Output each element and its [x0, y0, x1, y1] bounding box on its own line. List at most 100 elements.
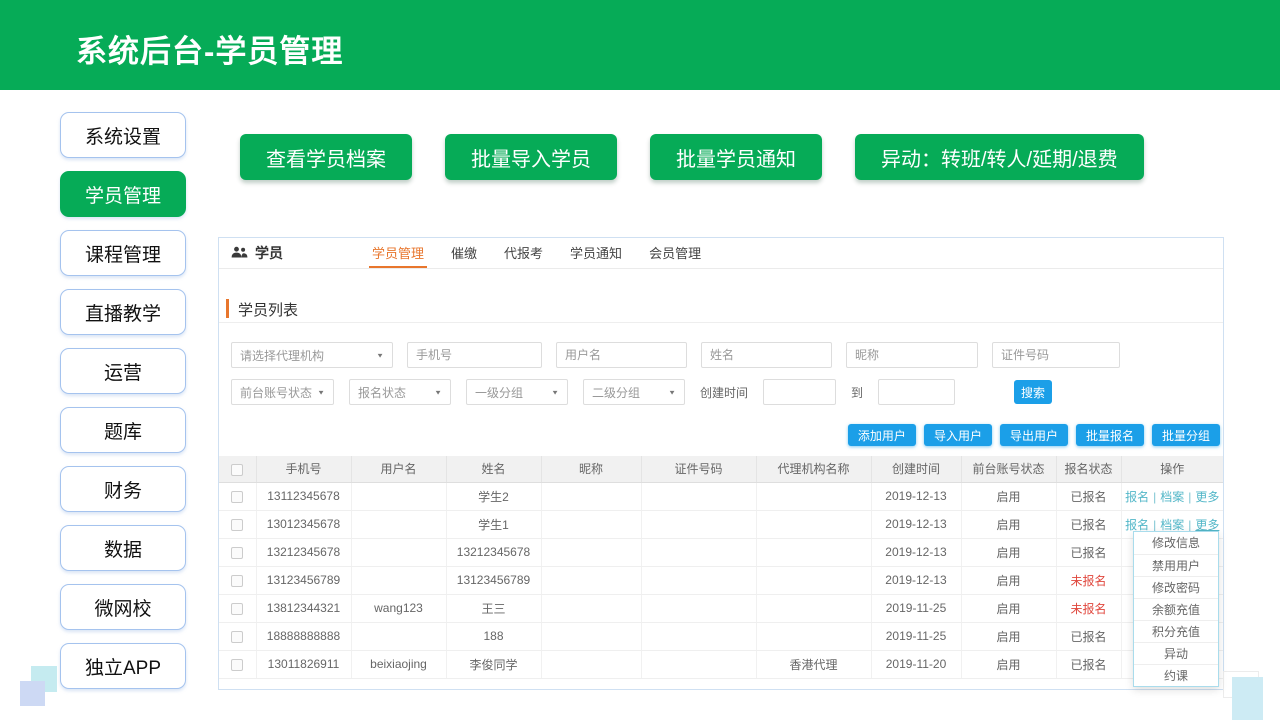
cell-created: 2019-11-25 [871, 622, 961, 650]
name-filter-input[interactable] [701, 342, 832, 368]
sidebar-item-question-bank[interactable]: 题库 [60, 407, 186, 453]
cell-name: 13123456789 [446, 566, 541, 594]
group-level2-select[interactable]: 二级分组▼ [583, 379, 685, 405]
tab-student-management[interactable]: 学员管理 [369, 238, 427, 268]
decor-square-blue-bottom-left [20, 681, 45, 706]
tab-proxy-exam-registration[interactable]: 代报考 [501, 238, 546, 268]
cell-created: 2019-11-20 [871, 650, 961, 678]
table-row: 13812344321wang123王三2019-11-25启用未报名 [219, 594, 1223, 622]
table-header: 姓名 [446, 456, 541, 482]
op-enroll-link[interactable]: 报名 [1125, 518, 1149, 532]
row-select-cell [219, 482, 256, 510]
idnumber-filter-input[interactable] [992, 342, 1120, 368]
row-select-cell [219, 566, 256, 594]
cell-phone: 13012345678 [256, 510, 351, 538]
op-file-link[interactable]: 档案 [1160, 518, 1184, 532]
row-checkbox[interactable] [231, 547, 243, 559]
row-checkbox[interactable] [231, 603, 243, 615]
students-group-icon [231, 246, 248, 260]
search-button[interactable]: 搜索 [1014, 380, 1052, 404]
cell-account-status: 启用 [961, 510, 1056, 538]
table-row: 13112345678学生22019-12-13启用已报名报名|档案|更多 [219, 482, 1223, 510]
context-menu-item[interactable]: 修改密码 [1134, 576, 1218, 598]
row-checkbox[interactable] [231, 491, 243, 503]
sidebar-item-student-management[interactable]: 学员管理 [60, 171, 186, 217]
op-enroll-link[interactable]: 报名 [1125, 490, 1149, 504]
op-more-link[interactable]: 更多 [1195, 490, 1219, 504]
quick-actions-row: 查看学员档案批量导入学员批量学员通知异动：转班/转人/延期/退费 [240, 134, 1144, 180]
sidebar-item-finance[interactable]: 财务 [60, 466, 186, 512]
row-select-cell [219, 594, 256, 622]
cell-agency [756, 566, 871, 594]
batch-enroll-button[interactable]: 批量报名 [1076, 424, 1144, 446]
created-start-date-input[interactable] [763, 379, 836, 405]
op-file-link[interactable]: 档案 [1160, 490, 1184, 504]
cell-operations: 报名|档案|更多 [1121, 482, 1223, 510]
nickname-filter-input[interactable] [846, 342, 978, 368]
sidebar-item-live-teaching[interactable]: 直播教学 [60, 289, 186, 335]
view-student-files-button[interactable]: 查看学员档案 [240, 134, 412, 180]
section-accent-bar [226, 299, 229, 318]
tab-member-management[interactable]: 会员管理 [646, 238, 704, 268]
table-header: 创建时间 [871, 456, 961, 482]
sidebar-item-data[interactable]: 数据 [60, 525, 186, 571]
cell-created: 2019-12-13 [871, 482, 961, 510]
table-header-row: 手机号用户名姓名昵称证件号码代理机构名称创建时间前台账号状态报名状态操作 [219, 456, 1223, 482]
phone-filter-input[interactable] [407, 342, 542, 368]
sidebar-item-operations[interactable]: 运营 [60, 348, 186, 394]
import-users-button[interactable]: 导入用户 [924, 424, 992, 446]
panel-tabs: 学员管理催缴代报考学员通知会员管理 [369, 238, 704, 268]
username-filter-input[interactable] [556, 342, 687, 368]
row-select-cell [219, 510, 256, 538]
cell-name: 学生1 [446, 510, 541, 538]
tab-student-notice[interactable]: 学员通知 [567, 238, 625, 268]
select-all-checkbox[interactable] [231, 464, 243, 476]
row-checkbox[interactable] [231, 631, 243, 643]
context-menu-item[interactable]: 余额充值 [1134, 598, 1218, 620]
sidebar-item-micro-school[interactable]: 微网校 [60, 584, 186, 630]
chevron-down-icon: ▼ [434, 388, 442, 395]
cell-username [351, 538, 446, 566]
cell-enroll-status: 已报名 [1056, 650, 1121, 678]
account-status-select[interactable]: 前台账号状态▼ [231, 379, 334, 405]
cell-created: 2019-12-13 [871, 566, 961, 594]
cell-name: 王三 [446, 594, 541, 622]
row-checkbox[interactable] [231, 575, 243, 587]
cell-username: wang123 [351, 594, 446, 622]
op-separator: | [1153, 518, 1156, 532]
cell-created: 2019-11-25 [871, 594, 961, 622]
op-more-link[interactable]: 更多 [1195, 518, 1219, 532]
batch-student-notify-button[interactable]: 批量学员通知 [650, 134, 822, 180]
chevron-down-icon: ▼ [668, 388, 676, 395]
cell-phone: 13812344321 [256, 594, 351, 622]
batch-import-students-button[interactable]: 批量导入学员 [445, 134, 617, 180]
chevron-down-icon: ▼ [376, 351, 384, 358]
enroll-status-select[interactable]: 报名状态▼ [349, 379, 451, 405]
row-select-cell [219, 650, 256, 678]
row-checkbox[interactable] [231, 659, 243, 671]
sidebar-item-standalone-app[interactable]: 独立APP [60, 643, 186, 689]
change-transfer-delay-refund-button[interactable]: 异动：转班/转人/延期/退费 [855, 134, 1144, 180]
sidebar-item-system-settings[interactable]: 系统设置 [60, 112, 186, 158]
context-menu-item[interactable]: 异动 [1134, 642, 1218, 664]
group-level1-select[interactable]: 一级分组▼ [466, 379, 568, 405]
context-menu-item[interactable]: 积分充值 [1134, 620, 1218, 642]
cell-agency [756, 510, 871, 538]
batch-group-button[interactable]: 批量分组 [1152, 424, 1220, 446]
row-checkbox[interactable] [231, 519, 243, 531]
context-menu-item[interactable]: 修改信息 [1134, 532, 1218, 554]
cell-enroll-status: 已报名 [1056, 538, 1121, 566]
tab-payment-reminder[interactable]: 催缴 [448, 238, 480, 268]
context-menu-item[interactable]: 禁用用户 [1134, 554, 1218, 576]
sidebar-item-course-management[interactable]: 课程管理 [60, 230, 186, 276]
agency-select[interactable]: 请选择代理机构▼ [231, 342, 393, 368]
chevron-down-icon: ▼ [317, 388, 325, 395]
table-row: 13212345678132123456782019-12-13启用已报名 [219, 538, 1223, 566]
created-end-date-input[interactable] [878, 379, 955, 405]
context-menu-item[interactable]: 约课 [1134, 664, 1218, 686]
export-users-button[interactable]: 导出用户 [1000, 424, 1068, 446]
add-user-button[interactable]: 添加用户 [848, 424, 916, 446]
op-separator: | [1153, 490, 1156, 504]
cell-agency: 香港代理 [756, 650, 871, 678]
bulk-actions-row: 添加用户导入用户导出用户批量报名批量分组 [848, 424, 1220, 446]
